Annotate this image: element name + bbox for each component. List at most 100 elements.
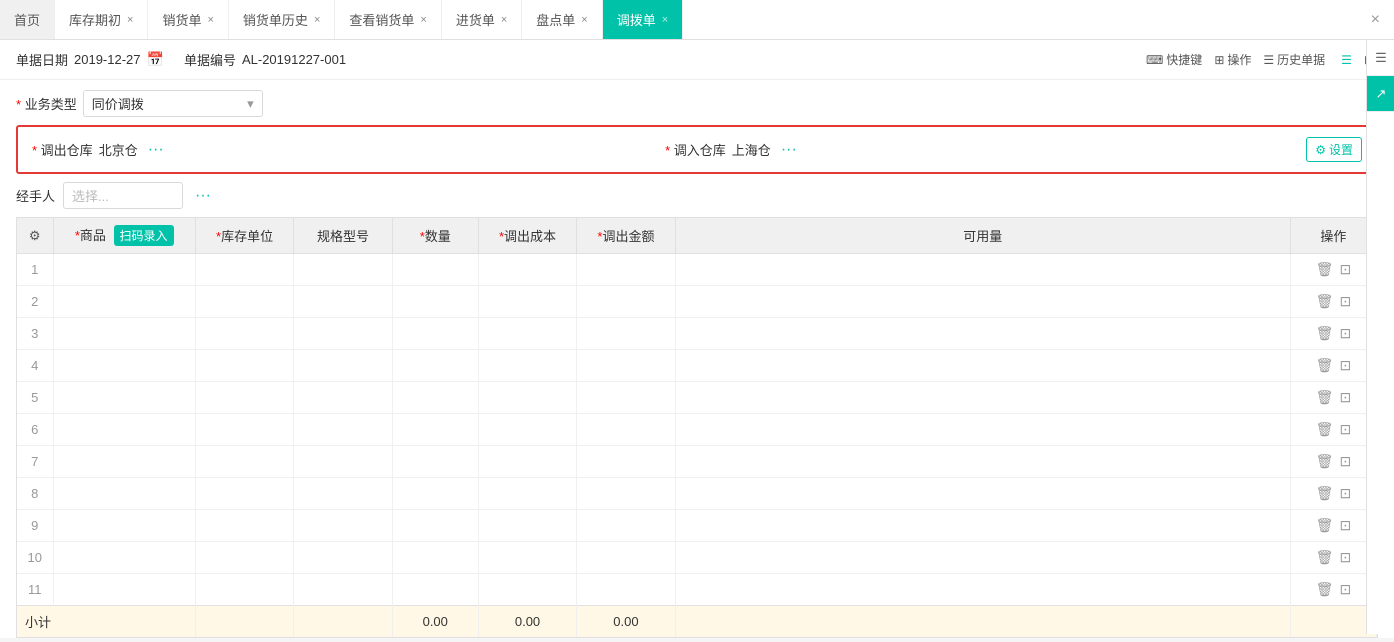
warehouse-in-more-btn[interactable]: ··· (777, 141, 801, 159)
row-copy-icon[interactable]: ⊡ (1339, 357, 1351, 374)
row-qty[interactable] (392, 478, 478, 510)
close-tab-purchase[interactable]: × (501, 14, 507, 26)
shortcuts-link[interactable]: ⌨ 快捷键 (1146, 51, 1202, 68)
row-copy-icon[interactable]: ⊡ (1339, 325, 1351, 342)
row-amount[interactable] (577, 350, 675, 382)
row-delete-icon[interactable]: 🗑 (1316, 517, 1334, 534)
row-qty[interactable] (392, 286, 478, 318)
window-close-button[interactable]: × (1357, 0, 1394, 39)
row-cost[interactable] (478, 542, 576, 574)
row-qty[interactable] (392, 446, 478, 478)
row-delete-icon[interactable]: 🗑 (1316, 581, 1334, 598)
row-spec[interactable] (294, 254, 392, 286)
scan-button[interactable]: 扫码录入 (114, 225, 174, 246)
row-unit[interactable] (195, 286, 293, 318)
row-copy-icon[interactable]: ⊡ (1339, 581, 1351, 598)
row-unit[interactable] (195, 446, 293, 478)
calendar-icon[interactable]: 📅 (147, 51, 164, 68)
row-copy-icon[interactable]: ⊡ (1339, 453, 1351, 470)
row-cost[interactable] (478, 254, 576, 286)
row-spec[interactable] (294, 350, 392, 382)
warehouse-out-more-btn[interactable]: ··· (144, 141, 168, 159)
tab-home[interactable]: 首页 (0, 0, 55, 39)
row-cost[interactable] (478, 382, 576, 414)
row-spec[interactable] (294, 542, 392, 574)
row-delete-icon[interactable]: 🗑 (1316, 325, 1334, 342)
row-amount[interactable] (577, 478, 675, 510)
person-select[interactable]: 选择... (63, 182, 183, 209)
row-delete-icon[interactable]: 🗑 (1316, 293, 1334, 310)
row-copy-icon[interactable]: ⊡ (1339, 421, 1351, 438)
business-type-select[interactable]: 同价调拨 ▾ (83, 90, 263, 117)
row-copy-icon[interactable]: ⊡ (1339, 293, 1351, 310)
row-amount[interactable] (577, 414, 675, 446)
row-qty[interactable] (392, 542, 478, 574)
row-unit[interactable] (195, 318, 293, 350)
row-unit[interactable] (195, 254, 293, 286)
row-amount[interactable] (577, 510, 675, 542)
close-tab-inventory-check[interactable]: × (581, 14, 587, 26)
row-amount[interactable] (577, 318, 675, 350)
row-amount[interactable] (577, 286, 675, 318)
row-copy-icon[interactable]: ⊡ (1339, 389, 1351, 406)
table-gear-icon[interactable]: ⚙ (29, 228, 41, 243)
row-delete-icon[interactable]: 🗑 (1316, 261, 1334, 278)
row-delete-icon[interactable]: 🗑 (1316, 357, 1334, 374)
row-qty[interactable] (392, 254, 478, 286)
row-spec[interactable] (294, 414, 392, 446)
row-unit[interactable] (195, 382, 293, 414)
operations-link[interactable]: ⊞ 操作 (1214, 51, 1251, 68)
close-tab-sales[interactable]: × (207, 14, 213, 26)
close-tab-transfer[interactable]: × (662, 14, 668, 26)
row-copy-icon[interactable]: ⊡ (1339, 549, 1351, 566)
row-unit[interactable] (195, 350, 293, 382)
row-product[interactable] (53, 382, 195, 414)
tab-purchase[interactable]: 进货单 × (442, 0, 522, 39)
row-product[interactable] (53, 510, 195, 542)
row-delete-icon[interactable]: 🗑 (1316, 389, 1334, 406)
tab-sales-order[interactable]: 销货单 × (148, 0, 228, 39)
row-qty[interactable] (392, 350, 478, 382)
row-unit[interactable] (195, 574, 293, 606)
setting-button[interactable]: ⚙ 设置 (1306, 137, 1362, 162)
row-copy-icon[interactable]: ⊡ (1339, 517, 1351, 534)
row-delete-icon[interactable]: 🗑 (1316, 421, 1334, 438)
row-delete-icon[interactable]: 🗑 (1316, 485, 1334, 502)
row-product[interactable] (53, 350, 195, 382)
row-spec[interactable] (294, 510, 392, 542)
sidebar-export-btn[interactable]: ↗ (1367, 76, 1394, 112)
row-qty[interactable] (392, 574, 478, 606)
row-amount[interactable] (577, 446, 675, 478)
row-copy-icon[interactable]: ⊡ (1339, 261, 1351, 278)
row-qty[interactable] (392, 382, 478, 414)
row-product[interactable] (53, 542, 195, 574)
row-spec[interactable] (294, 574, 392, 606)
tab-sales-history[interactable]: 销货单历史 × (229, 0, 335, 39)
row-product[interactable] (53, 414, 195, 446)
row-product[interactable] (53, 574, 195, 606)
row-product[interactable] (53, 446, 195, 478)
row-amount[interactable] (577, 574, 675, 606)
person-more-btn[interactable]: ··· (191, 187, 215, 205)
row-product[interactable] (53, 318, 195, 350)
row-amount[interactable] (577, 382, 675, 414)
sidebar-list-btn[interactable]: ☰ (1367, 40, 1394, 76)
row-qty[interactable] (392, 510, 478, 542)
row-spec[interactable] (294, 318, 392, 350)
row-cost[interactable] (478, 574, 576, 606)
row-qty[interactable] (392, 318, 478, 350)
row-unit[interactable] (195, 542, 293, 574)
row-spec[interactable] (294, 382, 392, 414)
row-amount[interactable] (577, 542, 675, 574)
row-product[interactable] (53, 478, 195, 510)
close-tab-view-sales[interactable]: × (420, 14, 426, 26)
row-unit[interactable] (195, 478, 293, 510)
row-cost[interactable] (478, 318, 576, 350)
layout-list-icon[interactable]: ☰ (1337, 51, 1356, 69)
row-cost[interactable] (478, 510, 576, 542)
row-spec[interactable] (294, 446, 392, 478)
tab-inventory-check[interactable]: 盘点单 × (522, 0, 602, 39)
row-copy-icon[interactable]: ⊡ (1339, 485, 1351, 502)
close-tab-inventory[interactable]: × (127, 14, 133, 26)
close-tab-sales-history[interactable]: × (314, 14, 320, 26)
